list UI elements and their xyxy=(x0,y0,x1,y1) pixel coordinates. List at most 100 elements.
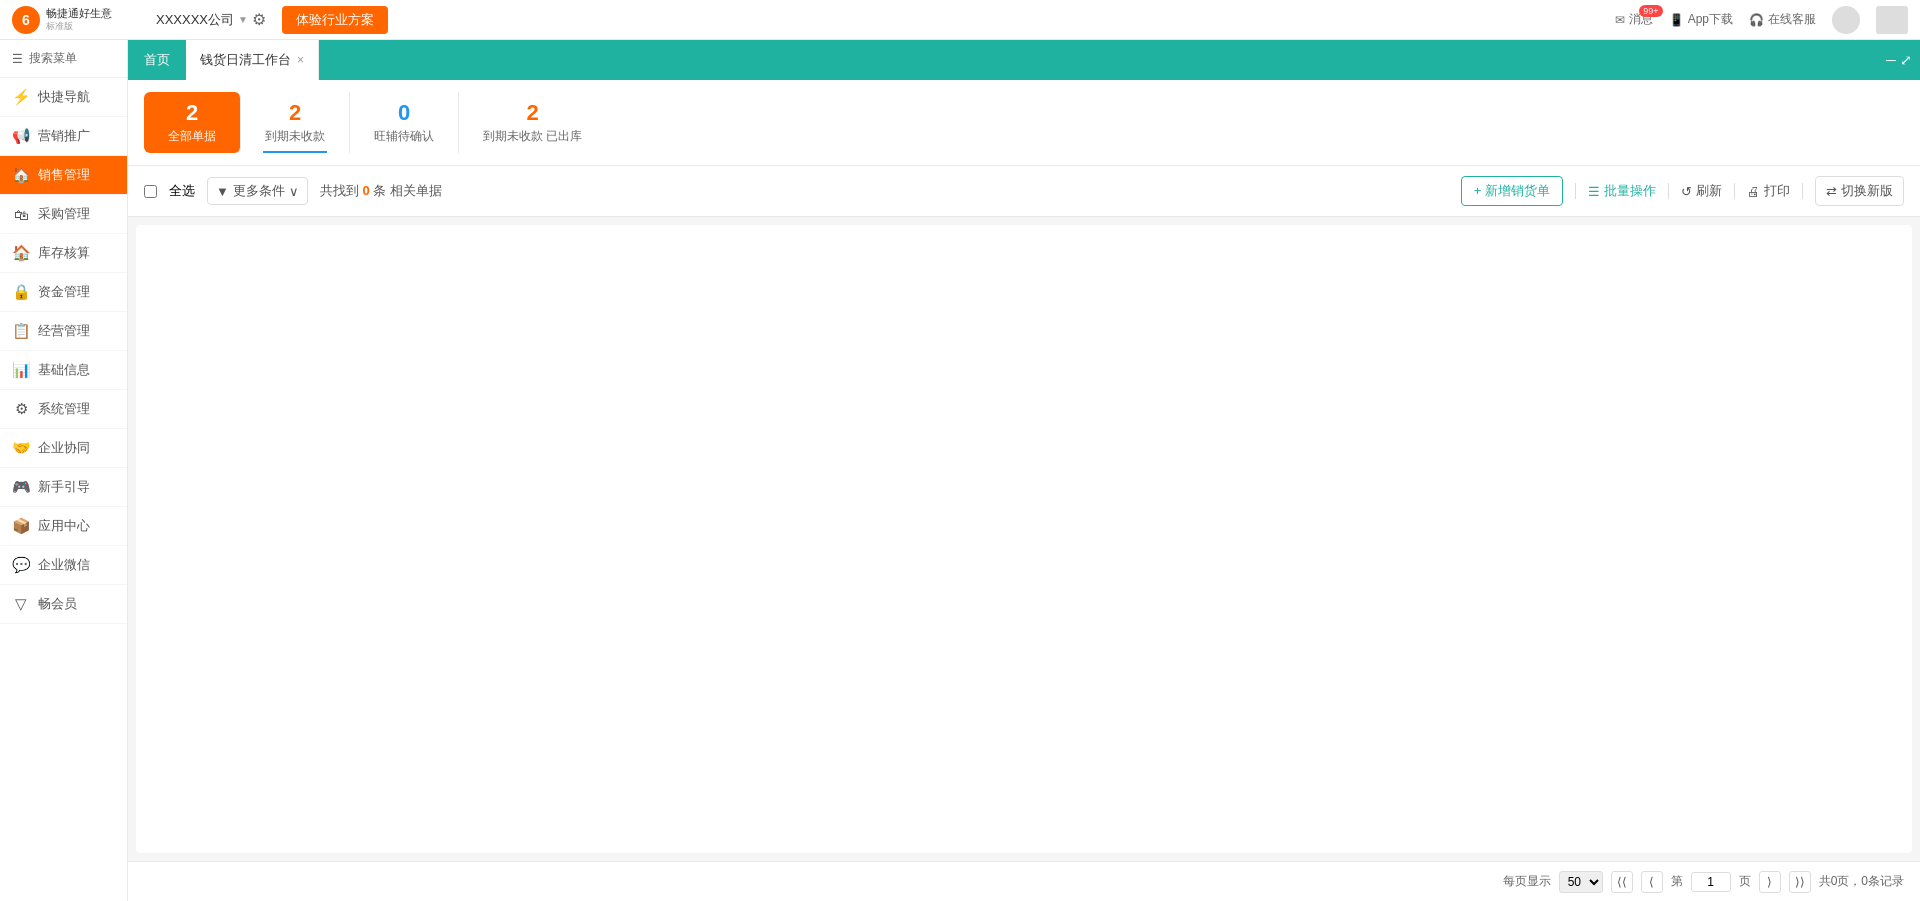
sidebar-item-member[interactable]: ▽ 畅会员 xyxy=(0,585,127,624)
switch-version-btn[interactable]: ⇄ 切换新版 xyxy=(1815,176,1904,206)
per-page-select[interactable]: 50 xyxy=(1559,871,1603,893)
found-prefix: 共找到 xyxy=(320,183,359,198)
sidebar-item-wechat[interactable]: 💬 企业微信 xyxy=(0,546,127,585)
stat-pending-confirm[interactable]: 0 旺辅待确认 xyxy=(350,92,459,153)
trial-button[interactable]: 体验行业方案 xyxy=(282,6,388,34)
inventory-label: 库存核算 xyxy=(38,244,90,262)
print-btn[interactable]: 🖨 打印 xyxy=(1747,182,1790,200)
tab-page-label: 钱货日清工作台 xyxy=(200,51,291,69)
stat-all-label: 全部单据 xyxy=(168,128,216,145)
company-selector[interactable]: XXXXXX公司 ▼ ⚙ 体验行业方案 xyxy=(140,6,1615,34)
sidebar-item-enterprise-coop[interactable]: 🤝 企业协同 xyxy=(0,429,127,468)
tab-bar: 首页 钱货日清工作台 × ─ ⤢ xyxy=(128,40,1920,80)
sidebar-item-inventory[interactable]: 🏠 库存核算 xyxy=(0,234,127,273)
page-suffix: 页 xyxy=(1739,873,1751,890)
tab-controls: ─ ⤢ xyxy=(1878,52,1920,68)
finance-label: 资金管理 xyxy=(38,283,90,301)
wechat-icon: 💬 xyxy=(12,556,30,574)
sidebar-search[interactable]: ☰ 搜索菜单 xyxy=(0,40,127,78)
found-suffix: 相关单据 xyxy=(390,183,442,198)
app-center-icon: 📦 xyxy=(12,517,30,535)
sidebar-item-quick-nav[interactable]: ⚡ 快捷导航 xyxy=(0,78,127,117)
table-area xyxy=(136,225,1912,853)
sales-icon: 🏠 xyxy=(12,166,30,184)
select-all-label: 全选 xyxy=(169,182,195,200)
page-input[interactable] xyxy=(1691,872,1731,892)
divider-3 xyxy=(1734,183,1735,199)
filter-icon: ▼ xyxy=(216,184,229,199)
refresh-icon: ↺ xyxy=(1681,184,1692,199)
service-icon: 🎧 xyxy=(1749,13,1764,27)
sidebar-item-system[interactable]: ⚙ 系统管理 xyxy=(0,390,127,429)
filter-arrow-icon: ∨ xyxy=(289,184,299,199)
operations-label: 经营管理 xyxy=(38,322,90,340)
page-label: 第 xyxy=(1671,873,1683,890)
stat-all[interactable]: 2 全部单据 xyxy=(144,92,241,153)
download-icon: 📱 xyxy=(1669,13,1684,27)
batch-btn[interactable]: ☰ 批量操作 xyxy=(1588,182,1656,200)
logo-area: 6 畅捷通好生意 标准版 xyxy=(12,6,140,34)
sidebar-item-purchase[interactable]: 🛍 采购管理 xyxy=(0,195,127,234)
search-label: 搜索菜单 xyxy=(29,50,77,67)
online-service-btn[interactable]: 🎧 在线客服 xyxy=(1749,11,1816,28)
divider-1 xyxy=(1575,183,1576,199)
select-all-checkbox[interactable] xyxy=(144,185,157,198)
online-service-label: 在线客服 xyxy=(1768,11,1816,28)
logo-text: 畅捷通好生意 xyxy=(46,6,112,20)
switch-icon: ⇄ xyxy=(1826,184,1837,199)
pagination: 每页显示 50 ⟨⟨ ⟨ 第 页 ⟩ ⟩⟩ 共0页，0条记录 xyxy=(128,861,1920,901)
toolbar: 全选 ▼ 更多条件 ∨ 共找到 0 条 相关单据 + 新增销货单 xyxy=(128,166,1920,217)
enterprise-coop-label: 企业协同 xyxy=(38,439,90,457)
system-label: 系统管理 xyxy=(38,400,90,418)
switch-label: 切换新版 xyxy=(1841,182,1893,200)
newbie-label: 新手引导 xyxy=(38,478,90,496)
user-menu[interactable] xyxy=(1876,6,1908,34)
first-page-btn[interactable]: ⟨⟨ xyxy=(1611,871,1633,893)
filter-label: 更多条件 xyxy=(233,182,285,200)
sidebar-item-app-center[interactable]: 📦 应用中心 xyxy=(0,507,127,546)
message-btn[interactable]: ✉ 消息 99+ xyxy=(1615,11,1653,28)
new-sales-button[interactable]: + 新增销货单 xyxy=(1461,176,1563,206)
tab-current-page[interactable]: 钱货日清工作台 × xyxy=(186,40,319,80)
found-text: 共找到 0 条 相关单据 xyxy=(320,182,442,200)
last-page-btn[interactable]: ⟩⟩ xyxy=(1789,871,1811,893)
sidebar-item-marketing[interactable]: 📢 营销推广 xyxy=(0,117,127,156)
purchase-label: 采购管理 xyxy=(38,205,90,223)
tab-home[interactable]: 首页 xyxy=(128,40,186,80)
sidebar-item-sales[interactable]: 🏠 销售管理 xyxy=(0,156,127,195)
purchase-icon: 🛍 xyxy=(12,206,30,223)
stat-overdue-unshipped[interactable]: 2 到期未收款 已出库 xyxy=(459,92,606,153)
app-download-label: App下载 xyxy=(1688,11,1733,28)
tab-close-icon[interactable]: × xyxy=(297,53,304,67)
tab-minimize-btn[interactable]: ─ xyxy=(1886,52,1896,68)
stat-overdue-uncollected[interactable]: 2 到期未收款 xyxy=(241,92,350,153)
found-count: 0 xyxy=(363,183,370,198)
sidebar-item-finance[interactable]: 🔒 资金管理 xyxy=(0,273,127,312)
sidebar-item-basic-info[interactable]: 📊 基础信息 xyxy=(0,351,127,390)
top-header: 6 畅捷通好生意 标准版 XXXXXX公司 ▼ ⚙ 体验行业方案 ✉ 消息 99… xyxy=(0,0,1920,40)
prev-page-btn[interactable]: ⟨ xyxy=(1641,871,1663,893)
per-page-label: 每页显示 xyxy=(1503,873,1551,890)
filter-button[interactable]: ▼ 更多条件 ∨ xyxy=(207,177,308,205)
main-layout: ☰ 搜索菜单 ⚡ 快捷导航 📢 营销推广 🏠 销售管理 🛍 采购管理 🏠 库存核… xyxy=(0,40,1920,901)
tab-maximize-btn[interactable]: ⤢ xyxy=(1900,52,1912,68)
page-content: 2 全部单据 2 到期未收款 0 旺辅待确认 2 到期未收款 已出库 xyxy=(128,80,1920,901)
settings-icon[interactable]: ⚙ xyxy=(252,10,266,29)
system-icon: ⚙ xyxy=(12,400,30,418)
app-download-btn[interactable]: 📱 App下载 xyxy=(1669,11,1733,28)
inventory-icon: 🏠 xyxy=(12,244,30,262)
next-page-btn[interactable]: ⟩ xyxy=(1759,871,1781,893)
header-right: ✉ 消息 99+ 📱 App下载 🎧 在线客服 xyxy=(1615,6,1908,34)
avatar[interactable] xyxy=(1832,6,1860,34)
basic-info-icon: 📊 xyxy=(12,361,30,379)
total-label: 共0页，0条记录 xyxy=(1819,873,1904,890)
sidebar-item-operations[interactable]: 📋 经营管理 xyxy=(0,312,127,351)
marketing-label: 营销推广 xyxy=(38,127,90,145)
refresh-btn[interactable]: ↺ 刷新 xyxy=(1681,182,1722,200)
enterprise-coop-icon: 🤝 xyxy=(12,439,30,457)
found-unit: 条 xyxy=(373,183,386,198)
logo-text-block: 畅捷通好生意 标准版 xyxy=(46,6,112,33)
sidebar-item-newbie[interactable]: 🎮 新手引导 xyxy=(0,468,127,507)
stat-pending-number: 0 xyxy=(374,100,434,126)
toolbar-left: 全选 ▼ 更多条件 ∨ 共找到 0 条 相关单据 xyxy=(144,177,1449,205)
